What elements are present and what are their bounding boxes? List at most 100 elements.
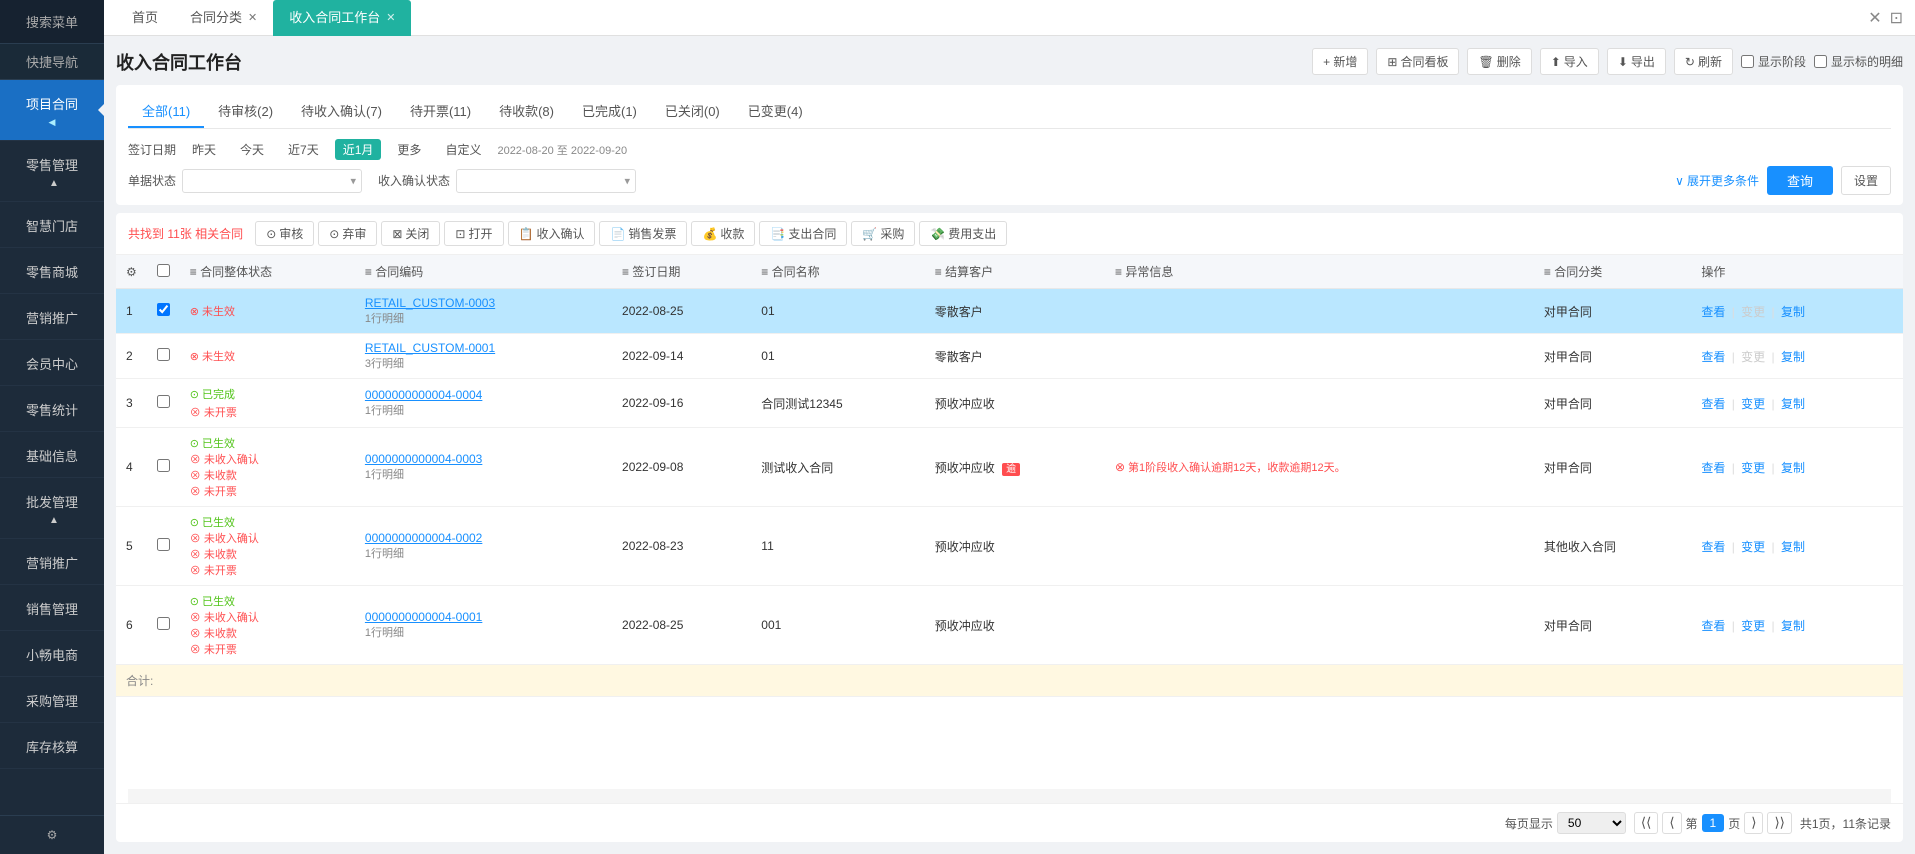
sidebar-item-ecommerce[interactable]: 小畅电商: [0, 631, 104, 677]
import-button[interactable]: ⬆ 导入: [1540, 48, 1599, 75]
status-tab-completed[interactable]: 已完成(1): [568, 95, 651, 128]
delete-icon: 🗑: [1478, 55, 1493, 69]
sidebar-item-sales-mgmt[interactable]: 销售管理: [0, 585, 104, 631]
sidebar-item-retail-commerce[interactable]: 零售商城: [0, 248, 104, 294]
export-button[interactable]: ⬇ 导出: [1607, 48, 1666, 75]
change-link[interactable]: 变更: [1741, 397, 1765, 411]
sidebar-item-wholesale[interactable]: 批发管理 ▲: [0, 478, 104, 539]
payment-button[interactable]: 💰 收款: [691, 221, 755, 246]
view-link[interactable]: 查看: [1701, 305, 1725, 319]
sidebar-item-retail-mgmt[interactable]: 零售管理 ▲: [0, 141, 104, 202]
contract-code-link[interactable]: 0000000000004-0001: [365, 610, 482, 624]
contract-board-button[interactable]: ⊞ 合同看板: [1376, 48, 1459, 75]
status-tabs: 全部(11) 待审核(2) 待收入确认(7) 待开票(11) 待收款(8) 已完…: [128, 95, 1891, 129]
contract-code-link[interactable]: RETAIL_CUSTOM-0003: [365, 296, 495, 310]
purchase-button[interactable]: 🛒 采购: [851, 221, 915, 246]
sidebar-search[interactable]: 搜索菜单: [0, 0, 104, 44]
expense-out-button[interactable]: 💸 费用支出: [919, 221, 1007, 246]
tab-close-income-workbench[interactable]: ✕: [386, 0, 395, 36]
status-tab-pending-invoice[interactable]: 待开票(11): [396, 95, 485, 128]
view-link[interactable]: 查看: [1701, 461, 1725, 475]
copy-link[interactable]: 复制: [1781, 540, 1805, 554]
income-confirm-button[interactable]: 📋 收入确认: [508, 221, 596, 246]
sidebar-item-smart-store[interactable]: 智慧门店: [0, 202, 104, 248]
tab-contract-category[interactable]: 合同分类 ✕: [174, 0, 273, 36]
sidebar-settings[interactable]: ⚙: [0, 815, 104, 854]
date-1month-btn[interactable]: 近1月: [335, 139, 382, 160]
doc-status-select[interactable]: [182, 169, 362, 193]
sidebar-item-marketing2[interactable]: 营销推广: [0, 539, 104, 585]
row-category: 对甲合同: [1534, 289, 1691, 334]
copy-link[interactable]: 复制: [1781, 397, 1805, 411]
status-tab-pending-income[interactable]: 待收入确认(7): [287, 95, 396, 128]
copy-link[interactable]: 复制: [1781, 350, 1805, 364]
page-size-select[interactable]: 50 100 200: [1557, 812, 1626, 834]
sidebar-item-project[interactable]: 项目合同 ◀: [0, 80, 104, 141]
refresh-button[interactable]: ↻ 刷新: [1674, 48, 1733, 75]
settings-button[interactable]: 设置: [1841, 166, 1891, 195]
sidebar-item-marketing[interactable]: 营销推广: [0, 294, 104, 340]
status-tab-changed[interactable]: 已变更(4): [734, 95, 817, 128]
copy-link[interactable]: 复制: [1781, 305, 1805, 319]
tab-income-workbench[interactable]: 收入合同工作台 ✕: [273, 0, 411, 36]
contract-code-link[interactable]: RETAIL_CUSTOM-0001: [365, 341, 495, 355]
abandon-audit-button[interactable]: ⊙ 弃审: [318, 221, 377, 246]
copy-link[interactable]: 复制: [1781, 619, 1805, 633]
expand-filter-btn[interactable]: ∨ 展开更多条件: [1675, 172, 1759, 189]
audit-button[interactable]: ⊙ 审核: [255, 221, 314, 246]
date-yesterday-btn[interactable]: 昨天: [184, 139, 224, 160]
tab-home[interactable]: 首页: [116, 0, 174, 36]
sidebar-item-retail-stat[interactable]: 零售统计: [0, 386, 104, 432]
next-page-btn[interactable]: ⟩: [1744, 812, 1763, 834]
date-more-btn[interactable]: 更多: [389, 139, 429, 160]
tab-close-contract-category[interactable]: ✕: [248, 0, 257, 36]
sidebar-item-purchase[interactable]: 采购管理: [0, 677, 104, 723]
income-confirm-select[interactable]: [456, 169, 636, 193]
status-tab-pending-payment[interactable]: 待收款(8): [485, 95, 568, 128]
change-link[interactable]: 变更: [1741, 305, 1765, 319]
change-link[interactable]: 变更: [1741, 540, 1765, 554]
total-row: 合计:: [116, 665, 1903, 697]
window-maximize-icon[interactable]: ⊡: [1890, 8, 1903, 28]
view-link[interactable]: 查看: [1701, 397, 1725, 411]
open-contract-button[interactable]: ⊡ 打开: [444, 221, 503, 246]
change-link[interactable]: 变更: [1741, 461, 1765, 475]
date-7days-btn[interactable]: 近7天: [280, 139, 327, 160]
doc-status-filter: 单据状态: [128, 169, 362, 193]
first-page-btn[interactable]: ⟨⟨: [1634, 812, 1658, 834]
sidebar-item-inventory[interactable]: 库存核算: [0, 723, 104, 769]
delete-button[interactable]: 🗑 删除: [1467, 48, 1531, 75]
status-tab-pending-review[interactable]: 待审核(2): [204, 95, 287, 128]
window-close-icon[interactable]: ✕: [1868, 8, 1881, 28]
change-link[interactable]: 变更: [1741, 619, 1765, 633]
contract-code-link[interactable]: 0000000000004-0004: [365, 388, 482, 402]
row-name: 01: [751, 289, 924, 334]
page-content: 收入合同工作台 + 新增 ⊞ 合同看板 🗑 删除 ⬆ 导入 ⬇ 导出: [104, 36, 1915, 854]
expense-contract-button[interactable]: 📑 支出合同: [759, 221, 847, 246]
view-link[interactable]: 查看: [1701, 350, 1725, 364]
sales-invoice-button[interactable]: 📄 销售发票: [599, 221, 687, 246]
sidebar-item-basic-info[interactable]: 基础信息: [0, 432, 104, 478]
select-all-checkbox[interactable]: [157, 264, 170, 277]
date-today-btn[interactable]: 今天: [232, 139, 272, 160]
close-contract-button[interactable]: ⊠ 关闭: [381, 221, 440, 246]
view-link[interactable]: 查看: [1701, 540, 1725, 554]
sidebar-item-member[interactable]: 会员中心: [0, 340, 104, 386]
horizontal-scrollbar[interactable]: [128, 789, 1891, 803]
copy-link[interactable]: 复制: [1781, 461, 1805, 475]
view-link[interactable]: 查看: [1701, 619, 1725, 633]
status-tab-closed[interactable]: 已关闭(0): [651, 95, 734, 128]
show-milestones-checkbox[interactable]: 显示标的明细: [1814, 53, 1903, 70]
show-stages-checkbox[interactable]: 显示阶段: [1741, 53, 1806, 70]
contract-code-link[interactable]: 0000000000004-0002: [365, 531, 482, 545]
change-link[interactable]: 变更: [1741, 350, 1765, 364]
date-custom-btn[interactable]: 自定义: [437, 139, 489, 160]
query-button[interactable]: 查询: [1767, 166, 1833, 195]
contract-code-link[interactable]: 0000000000004-0003: [365, 452, 482, 466]
sidebar-nav[interactable]: 快捷导航: [0, 44, 104, 80]
prev-page-btn[interactable]: ⟨: [1662, 812, 1681, 834]
last-page-btn[interactable]: ⟩⟩: [1767, 812, 1791, 834]
new-button[interactable]: + 新增: [1312, 48, 1368, 75]
status-tab-all[interactable]: 全部(11): [128, 95, 204, 128]
col-abnormal: ≡ 异常信息: [1105, 255, 1534, 289]
